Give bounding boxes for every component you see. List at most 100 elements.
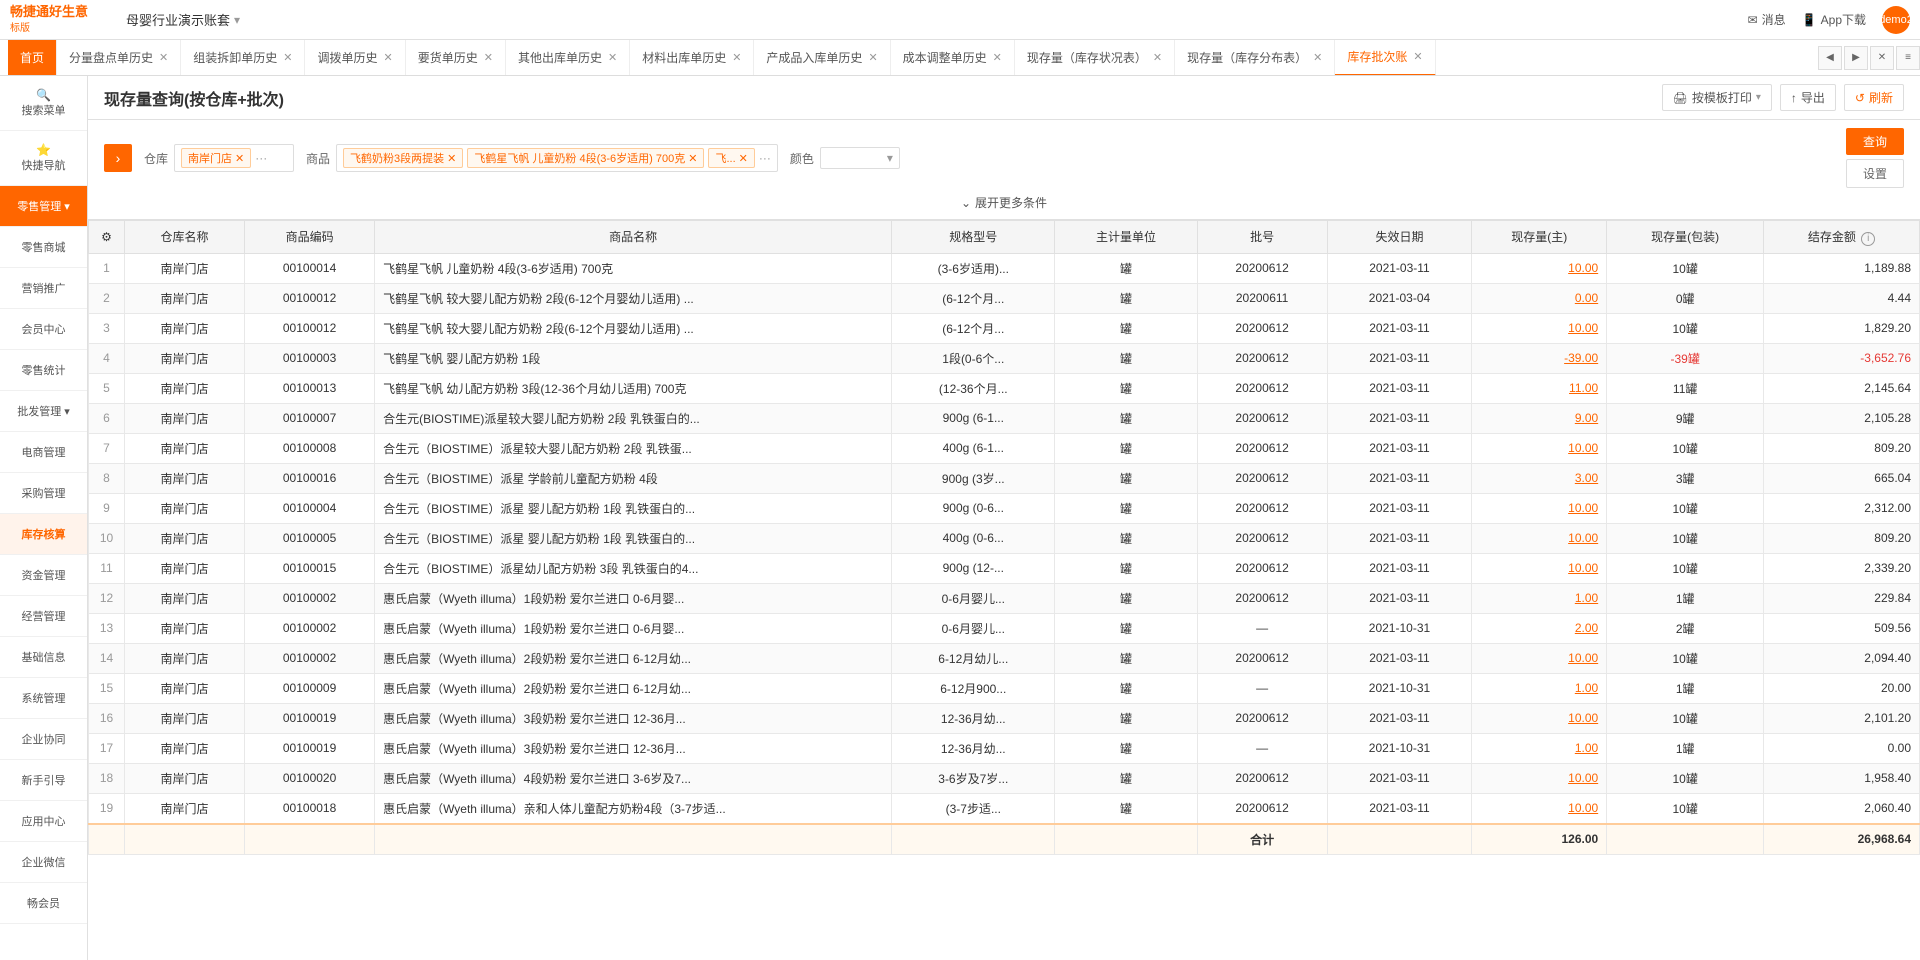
tab-close-current-btn[interactable]: ✕ [1870,46,1894,70]
sidebar-item-base-info[interactable]: 基础信息 [0,637,87,678]
sidebar-item-app-center[interactable]: 应用中心 [0,801,87,842]
logo: 畅捷通好生意 标版 [10,5,88,34]
qty-main-link-15[interactable]: 10.00 [1568,711,1598,725]
tab-scroll-right-btn[interactable]: ▶ [1844,46,1868,70]
tab-chanchengpin-ruku[interactable]: 产成品入库单历史 ✕ [754,40,890,76]
cell-qty-main-7: 3.00 [1472,463,1607,493]
cell-expire-11: 2021-03-11 [1327,583,1472,613]
close-tab-icon[interactable]: ✕ [159,51,168,64]
print-btn[interactable]: 🖨 按模板打印 ▾ [1662,84,1772,111]
sidebar-item-purchase[interactable]: 采购管理 [0,473,87,514]
close-tab-icon[interactable]: ✕ [484,51,493,64]
close-tab-icon[interactable]: ✕ [1153,51,1162,64]
print-dropdown-icon: ▾ [1756,92,1761,103]
qty-main-link-0[interactable]: 10.00 [1568,261,1598,275]
goods-tag-2-close-icon[interactable]: ✕ [739,152,748,165]
qty-main-link-13[interactable]: 10.00 [1568,651,1598,665]
close-tab-icon[interactable]: ✕ [283,51,292,64]
qty-main-link-3[interactable]: -39.00 [1564,351,1598,365]
sidebar-item-retail-shop[interactable]: 零售商城 [0,227,87,268]
tab-cailiao-chuku[interactable]: 材料出库单历史 ✕ [630,40,754,76]
app-download-btn[interactable]: 📱 App下载 [1802,11,1866,28]
sidebar-item-finance[interactable]: 资金管理 [0,555,87,596]
qty-main-link-11[interactable]: 1.00 [1575,591,1598,605]
settings-gear-icon[interactable]: ⚙ [101,230,112,244]
export-btn[interactable]: ↑ 导出 [1780,84,1836,111]
qty-main-link-16[interactable]: 1.00 [1575,741,1598,755]
sidebar-item-inventory[interactable]: 库存核算 [0,514,87,555]
amount-info-icon[interactable]: i [1861,232,1875,246]
sidebar-item-cooperation[interactable]: 企业协同 [0,719,87,760]
settings-btn[interactable]: 设置 [1846,159,1904,188]
cell-unit-8: 罐 [1055,493,1197,523]
close-tab-icon[interactable]: ✕ [732,51,741,64]
sidebar-item-operations[interactable]: 经营管理 [0,596,87,637]
tab-yaohuo[interactable]: 要货单历史 ✕ [406,40,506,76]
qty-main-link-17[interactable]: 10.00 [1568,771,1598,785]
goods-filter: 商品 飞鹤奶粉3段两提装 ✕ 飞鹤星飞帆 儿童奶粉 4段(3-6岁适用) 700… [306,144,778,172]
qty-main-link-6[interactable]: 10.00 [1568,441,1598,455]
enterprise-wechat-label: 企业微信 [4,854,83,870]
close-tab-icon[interactable]: ✕ [608,51,617,64]
sidebar-item-retail-mgmt[interactable]: 零售管理 ▾ [0,186,87,227]
goods-tag-1-close-icon[interactable]: ✕ [688,152,697,165]
close-tab-icon[interactable]: ✕ [868,51,877,64]
tab-xiancunliang-fenbiao[interactable]: 现存量（库存分布表）✕ [1175,40,1335,76]
warehouse-tag-close-icon[interactable]: ✕ [235,152,244,165]
table-row: 1南岸门店00100014飞鹤星飞帆 儿童奶粉 4段(3-6岁适用) 700克(… [89,253,1920,283]
sidebar-item-newbie[interactable]: 新手引导 [0,760,87,801]
sidebar-item-system[interactable]: 系统管理 [0,678,87,719]
retail-shop-label: 零售商城 [4,239,83,255]
qty-main-link-8[interactable]: 10.00 [1568,501,1598,515]
footer-empty-1 [125,824,245,855]
sidebar-item-ecommerce[interactable]: 电商管理 [0,432,87,473]
sidebar-quick-nav[interactable]: ⭐ 快捷导航 [0,131,87,186]
tab-home[interactable]: 首页 [8,40,57,76]
sidebar-item-member[interactable]: 会员中心 [0,309,87,350]
goods-input[interactable]: 飞鹤奶粉3段两提装 ✕ 飞鹤星飞帆 儿童奶粉 4段(3-6岁适用) 700克 ✕… [336,144,778,172]
tab-diaobodan[interactable]: 调拨单历史 ✕ [305,40,405,76]
cell-qty-main-14: 1.00 [1472,673,1607,703]
sidebar-item-wholesale[interactable]: 批发管理 ▾ [0,391,87,432]
filter-expand-btn[interactable]: › [104,144,132,172]
tab-fenliangpandian[interactable]: 分量盘点单历史 ✕ [57,40,181,76]
tab-chengben-tiaozheng[interactable]: 成本调整单历史 ✕ [891,40,1015,76]
warehouse-input[interactable]: 南岸门店 ✕ ··· [174,144,294,172]
sidebar-item-marketing[interactable]: 营销推广 [0,268,87,309]
qty-main-link-14[interactable]: 1.00 [1575,681,1598,695]
sidebar-search[interactable]: 🔍 搜索菜单 [0,76,87,131]
sidebar-item-retail-stats[interactable]: 零售统计 [0,350,87,391]
close-tab-icon[interactable]: ✕ [1413,50,1422,63]
tab-kucun-pici[interactable]: 库存批次账 ✕ [1335,40,1435,76]
close-tab-icon[interactable]: ✕ [993,51,1002,64]
qty-main-link-18[interactable]: 10.00 [1568,801,1598,815]
qty-main-link-1[interactable]: 0.00 [1575,291,1598,305]
tab-scroll-left-btn[interactable]: ◀ [1818,46,1842,70]
qty-main-link-10[interactable]: 10.00 [1568,561,1598,575]
sidebar-item-member-service[interactable]: 畅会员 [0,883,87,924]
close-tab-icon[interactable]: ✕ [384,51,393,64]
tab-menu-btn[interactable]: ≡ [1896,46,1920,70]
qty-main-link-7[interactable]: 3.00 [1575,471,1598,485]
tab-zuzhuangchaijian[interactable]: 组装拆卸单历史 ✕ [181,40,305,76]
qty-main-link-9[interactable]: 10.00 [1568,531,1598,545]
user-profile-btn[interactable]: demo2 [1882,6,1910,34]
qty-main-link-12[interactable]: 2.00 [1575,621,1598,635]
qty-main-link-5[interactable]: 9.00 [1575,411,1598,425]
qty-main-link-4[interactable]: 11.00 [1569,381,1598,395]
warehouse-more-dots[interactable]: ··· [255,151,267,165]
sidebar-item-enterprise-wechat[interactable]: 企业微信 [0,842,87,883]
filter-expand-conditions[interactable]: ⌄ 展开更多条件 [961,194,1047,211]
account-dropdown[interactable]: 母婴行业演示账套 ▾ [126,10,240,29]
color-input[interactable]: ▾ [820,147,900,169]
cell-batch-3: 20200612 [1197,343,1327,373]
search-btn[interactable]: 查询 [1846,128,1904,155]
goods-more-dots[interactable]: ··· [759,151,771,165]
tab-qita-chuku[interactable]: 其他出库单历史 ✕ [506,40,630,76]
goods-tag-0-close-icon[interactable]: ✕ [447,152,456,165]
tab-xiancunliang-kuaikuang[interactable]: 现存量（库存状况表）✕ [1015,40,1175,76]
close-tab-icon[interactable]: ✕ [1313,51,1322,64]
qty-main-link-2[interactable]: 10.00 [1568,321,1598,335]
refresh-btn[interactable]: ↺ 刷新 [1844,84,1904,111]
message-btn[interactable]: ✉ 消息 [1748,11,1786,28]
